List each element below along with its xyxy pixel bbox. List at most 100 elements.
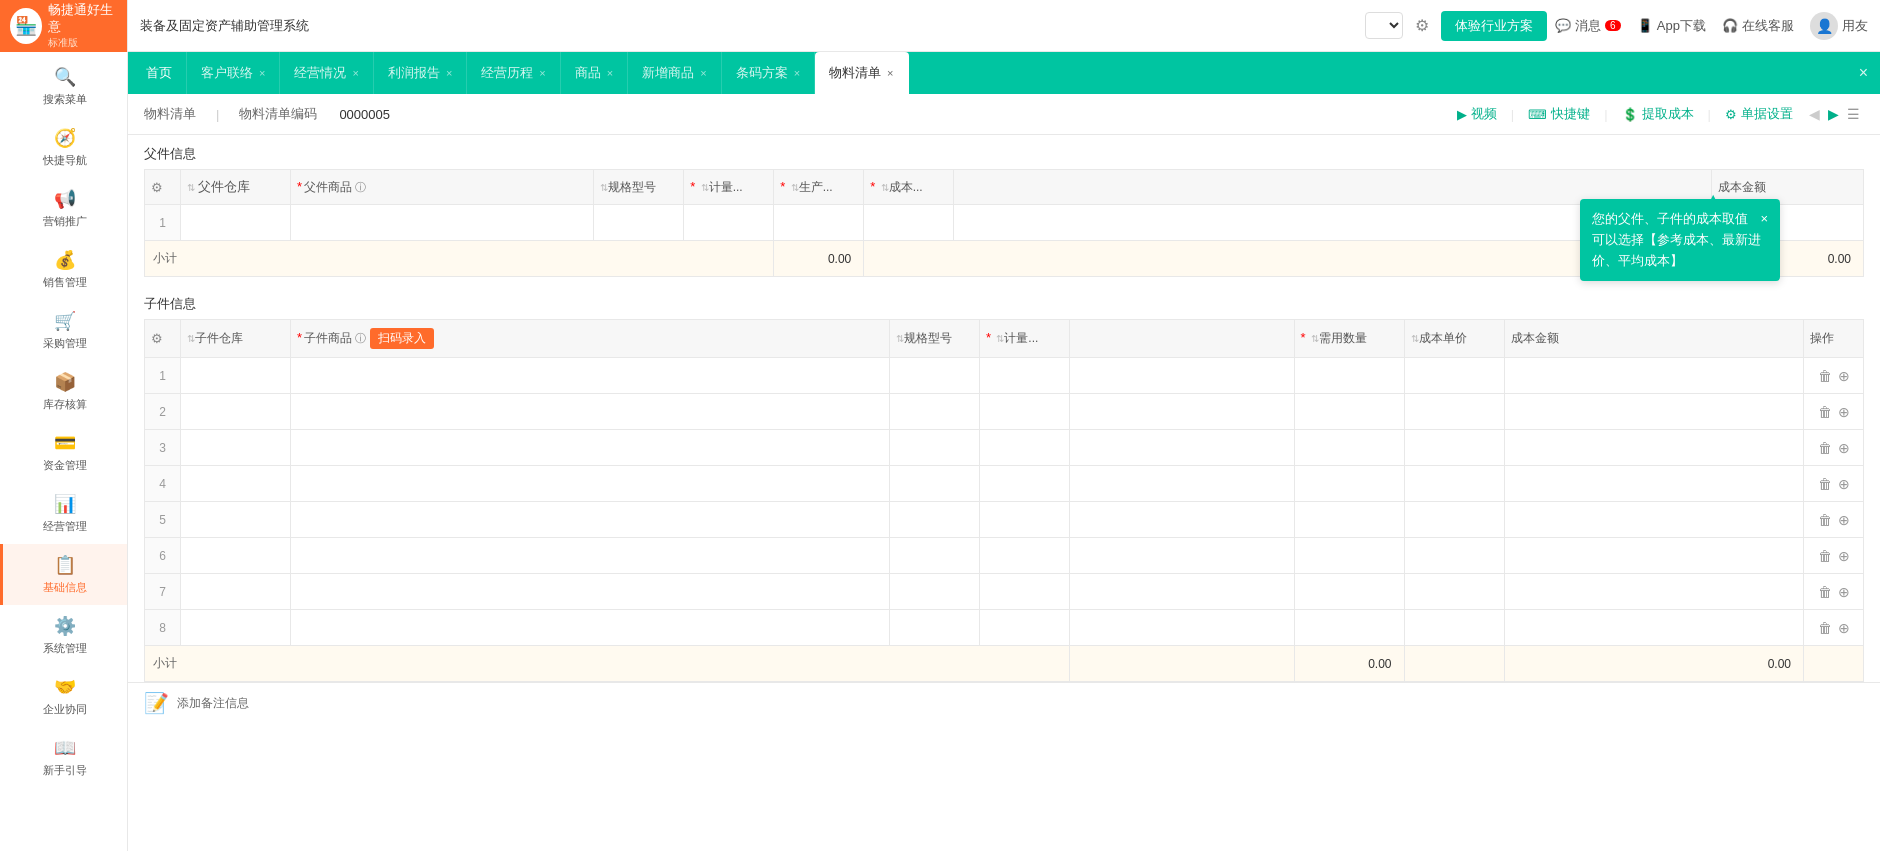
child-row-goods[interactable] (291, 538, 890, 574)
child-row-unit[interactable] (979, 430, 1069, 466)
copy-icon[interactable]: ⊕ (1838, 548, 1850, 564)
delete-icon[interactable]: 🗑 (1818, 584, 1832, 600)
tab-bom[interactable]: 物料清单 × (815, 52, 908, 94)
child-row-goods[interactable] (291, 430, 890, 466)
tab-customer[interactable]: 客户联络 × (187, 52, 280, 94)
prev-arrow[interactable]: ◀ (1805, 104, 1824, 124)
child-row-unit[interactable] (979, 502, 1069, 538)
copy-icon[interactable]: ⊕ (1838, 440, 1850, 456)
tab-profit[interactable]: 利润报告 × (374, 52, 467, 94)
tab-profit-close[interactable]: × (446, 67, 452, 79)
parent-row1-produce[interactable] (774, 205, 864, 241)
user-item[interactable]: 👤 用友 (1810, 12, 1868, 40)
delete-icon[interactable]: 🗑 (1818, 512, 1832, 528)
child-row-qty[interactable] (1294, 538, 1404, 574)
child-row-goods[interactable] (291, 610, 890, 646)
parent-row1-cost[interactable] (864, 205, 954, 241)
child-row-price[interactable] (1404, 538, 1504, 574)
sidebar-item-inventory[interactable]: 📦 库存核算 (0, 361, 127, 422)
child-row-qty[interactable] (1294, 574, 1404, 610)
sidebar-item-marketing[interactable]: 📢 营销推广 (0, 178, 127, 239)
child-row-qty[interactable] (1294, 502, 1404, 538)
child-row-spec[interactable] (889, 610, 979, 646)
next-arrow[interactable]: ▶ (1824, 104, 1843, 124)
tab-history-close[interactable]: × (539, 67, 545, 79)
child-unit-sort[interactable]: ⇅ (996, 333, 1004, 344)
sidebar-item-sales[interactable]: 💰 销售管理 (0, 239, 127, 300)
child-row-unit[interactable] (979, 574, 1069, 610)
child-row-spec[interactable] (889, 466, 979, 502)
cost-sort-icon[interactable]: ⇅ (881, 182, 889, 193)
action-view[interactable]: ▶ 视频 (1457, 105, 1497, 123)
tab-home[interactable]: 首页 (132, 52, 187, 94)
tab-goods[interactable]: 商品 × (561, 52, 628, 94)
produce-sort-icon[interactable]: ⇅ (791, 182, 799, 193)
online-service-item[interactable]: 🎧 在线客服 (1722, 17, 1794, 35)
child-row-unit[interactable] (979, 394, 1069, 430)
sidebar-item-quick-nav[interactable]: 🧭 快捷导航 (0, 117, 127, 178)
gear-icon[interactable]: ⚙ (151, 180, 163, 195)
child-row-warehouse[interactable] (181, 430, 291, 466)
tab-new-goods-close[interactable]: × (700, 67, 706, 79)
child-row-unit[interactable] (979, 610, 1069, 646)
copy-icon[interactable]: ⊕ (1838, 476, 1850, 492)
child-spec-sort[interactable]: ⇅ (896, 333, 904, 344)
action-single-settings[interactable]: ⚙ 单据设置 (1725, 105, 1793, 123)
scan-button[interactable]: 扫码录入 (370, 328, 434, 349)
app-download-item[interactable]: 📱 App下载 (1637, 17, 1706, 35)
tab-new-goods[interactable]: 新增商品 × (628, 52, 721, 94)
copy-icon[interactable]: ⊕ (1838, 404, 1850, 420)
parent-row1-goods[interactable] (291, 205, 594, 241)
delete-icon[interactable]: 🗑 (1818, 476, 1832, 492)
copy-icon[interactable]: ⊕ (1838, 368, 1850, 384)
delete-icon[interactable]: 🗑 (1818, 368, 1832, 384)
child-row-price[interactable] (1404, 610, 1504, 646)
child-row-price[interactable] (1404, 502, 1504, 538)
child-row-unit[interactable] (979, 466, 1069, 502)
child-row-warehouse[interactable] (181, 610, 291, 646)
child-row-qty[interactable] (1294, 394, 1404, 430)
goods-info-icon[interactable]: ⓘ (355, 181, 366, 193)
child-row-goods[interactable] (291, 358, 890, 394)
sidebar-item-enterprise[interactable]: 🤝 企业协同 (0, 666, 127, 727)
tab-customer-close[interactable]: × (259, 67, 265, 79)
child-row-goods[interactable] (291, 502, 890, 538)
sidebar-item-guide[interactable]: 📖 新手引导 (0, 727, 127, 788)
child-row-unit[interactable] (979, 358, 1069, 394)
sidebar-item-basic[interactable]: 📋 基础信息 (0, 544, 127, 605)
child-row-goods[interactable] (291, 466, 890, 502)
child-row-spec[interactable] (889, 502, 979, 538)
sidebar-item-search[interactable]: 🔍 搜索菜单 (0, 56, 127, 117)
child-row-unit[interactable] (979, 538, 1069, 574)
parent-row1-warehouse[interactable] (181, 205, 291, 241)
child-goods-info-icon[interactable]: ⓘ (355, 332, 366, 344)
child-row-spec[interactable] (889, 358, 979, 394)
sidebar-item-finance[interactable]: 💳 资金管理 (0, 422, 127, 483)
child-row-warehouse[interactable] (181, 394, 291, 430)
child-row-qty[interactable] (1294, 466, 1404, 502)
child-row-warehouse[interactable] (181, 538, 291, 574)
child-row-goods[interactable] (291, 574, 890, 610)
child-row-warehouse[interactable] (181, 466, 291, 502)
child-row-price[interactable] (1404, 394, 1504, 430)
child-row-qty[interactable] (1294, 358, 1404, 394)
sidebar-item-operation[interactable]: 📊 经营管理 (0, 483, 127, 544)
tab-operation[interactable]: 经营情况 × (280, 52, 373, 94)
tab-barcode[interactable]: 条码方案 × (722, 52, 815, 94)
delete-icon[interactable]: 🗑 (1818, 620, 1832, 636)
copy-icon[interactable]: ⊕ (1838, 620, 1850, 636)
child-row-spec[interactable] (889, 574, 979, 610)
unit-sort-icon[interactable]: ⇅ (701, 182, 709, 193)
child-row-price[interactable] (1404, 358, 1504, 394)
child-row-warehouse[interactable] (181, 574, 291, 610)
child-qty-sort[interactable]: ⇅ (1311, 333, 1319, 344)
sidebar-item-purchase[interactable]: 🛒 采购管理 (0, 300, 127, 361)
child-row-price[interactable] (1404, 430, 1504, 466)
tooltip-close-button[interactable]: × (1760, 209, 1768, 230)
child-price-sort[interactable]: ⇅ (1411, 333, 1419, 344)
child-row-qty[interactable] (1294, 610, 1404, 646)
child-row-spec[interactable] (889, 394, 979, 430)
menu-icon[interactable]: ☰ (1843, 104, 1864, 124)
message-item[interactable]: 💬 消息 6 (1555, 17, 1621, 35)
action-shortcut[interactable]: ⌨ 快捷键 (1528, 105, 1590, 123)
